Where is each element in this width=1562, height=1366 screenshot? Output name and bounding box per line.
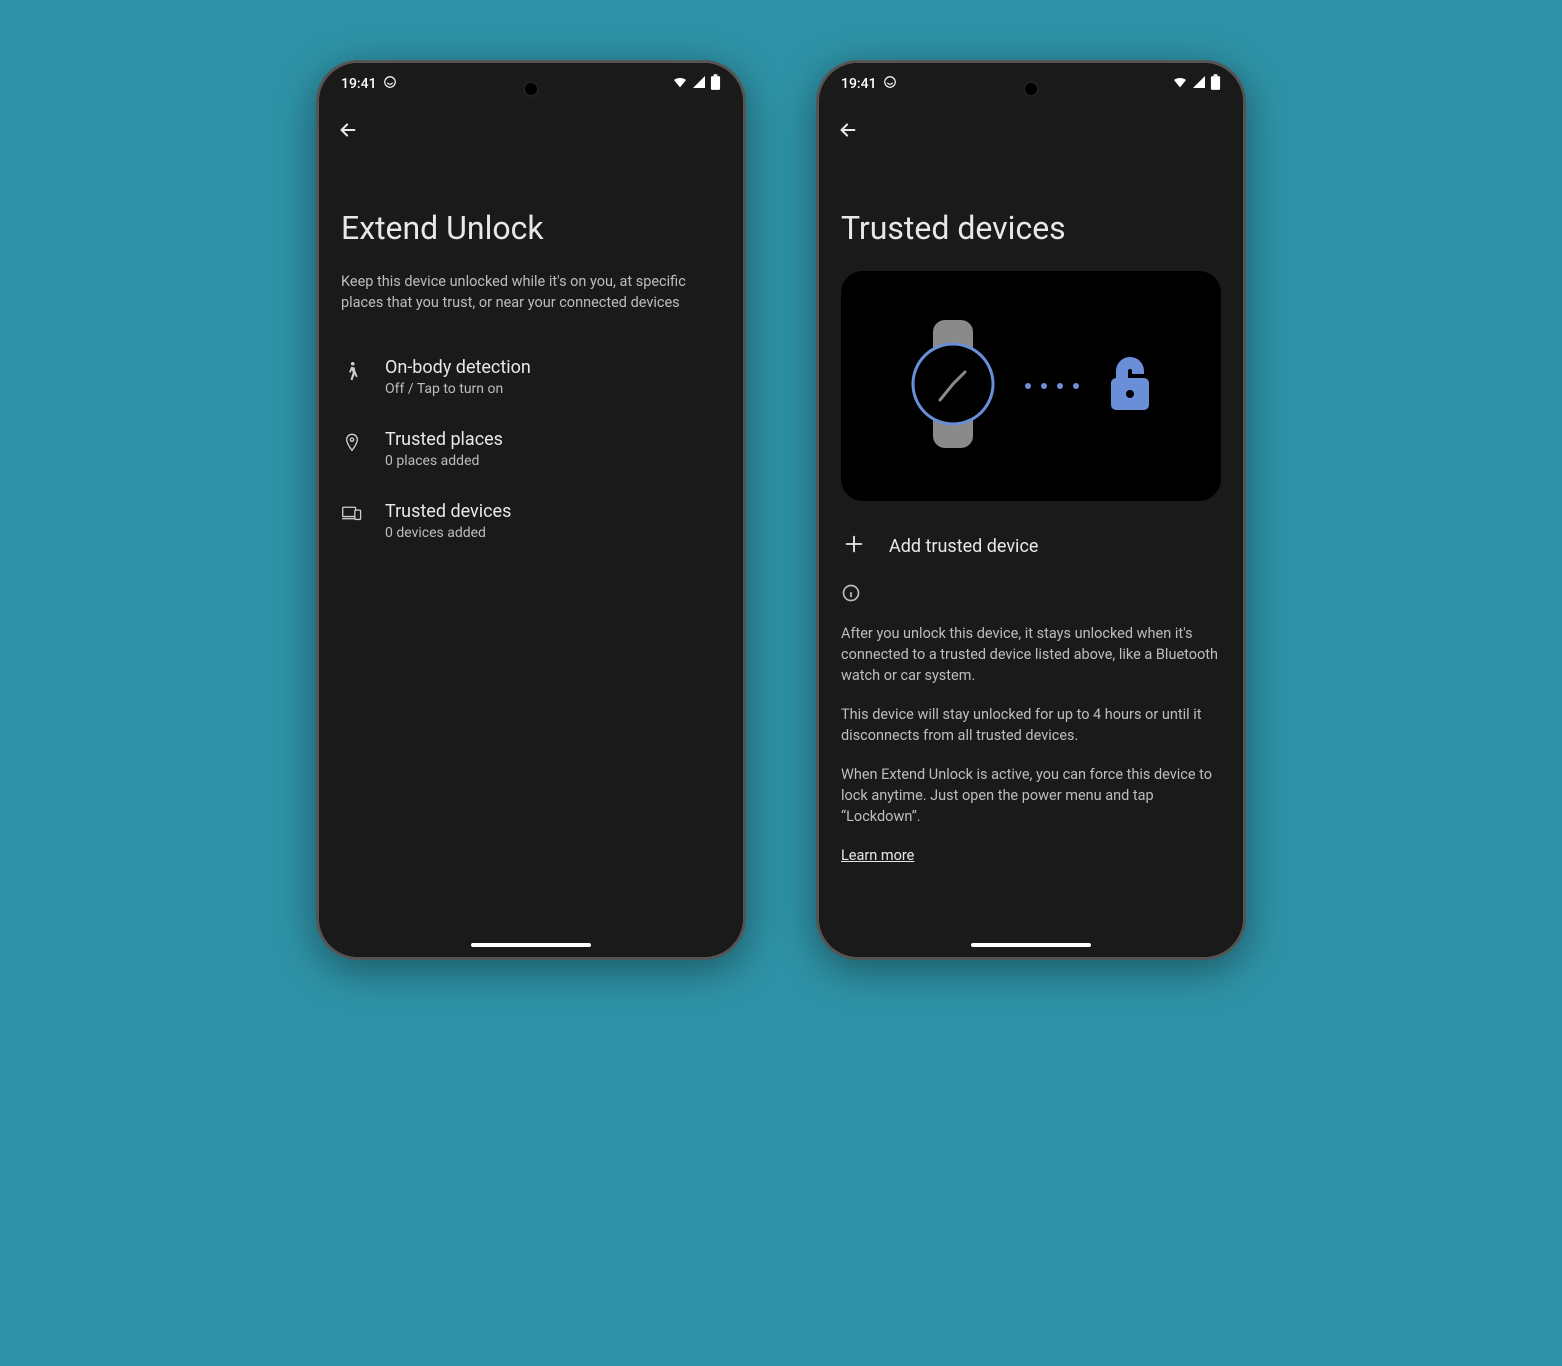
screen: 19:41 Trusted devices	[819, 63, 1243, 957]
battery-icon	[1210, 74, 1221, 95]
status-bar: 19:41	[819, 63, 1243, 105]
info-paragraph-2: This device will stay unlocked for up to…	[841, 704, 1221, 746]
status-app-icon	[883, 75, 897, 93]
setting-trusted-devices[interactable]: Trusted devices 0 devices added	[341, 485, 721, 557]
page-title: Trusted devices	[841, 209, 1221, 247]
back-arrow-icon[interactable]	[337, 119, 359, 145]
page-title: Extend Unlock	[341, 209, 721, 247]
learn-more-link[interactable]: Learn more	[841, 847, 914, 864]
setting-sub: 0 devices added	[385, 525, 721, 541]
setting-title: On-body detection	[385, 357, 721, 378]
page-subtitle: Keep this device unlocked while it's on …	[341, 271, 721, 313]
info-paragraph-1: After you unlock this device, it stays u…	[841, 623, 1221, 686]
battery-icon	[710, 74, 721, 95]
status-time: 19:41	[841, 76, 877, 92]
app-bar	[819, 105, 1243, 159]
add-trusted-device-label: Add trusted device	[889, 536, 1038, 557]
status-bar: 19:41	[319, 63, 743, 105]
walking-icon	[341, 357, 363, 383]
nav-bar	[819, 933, 1243, 957]
status-time: 19:41	[341, 76, 377, 92]
phone-trusted-devices: 19:41 Trusted devices	[816, 60, 1246, 960]
setting-title: Trusted devices	[385, 501, 721, 522]
illustration-card	[841, 271, 1221, 501]
nav-handle[interactable]	[971, 943, 1091, 947]
screen: 19:41 Extend Unlock Keep this device unl…	[319, 63, 743, 957]
status-app-icon	[383, 75, 397, 93]
content-area: Trusted devices	[819, 159, 1243, 933]
setting-sub: Off / Tap to turn on	[385, 381, 721, 397]
back-arrow-icon[interactable]	[837, 119, 859, 145]
app-bar	[319, 105, 743, 159]
devices-icon	[341, 501, 363, 521]
info-paragraph-3: When Extend Unlock is active, you can fo…	[841, 764, 1221, 827]
nav-bar	[319, 933, 743, 957]
watch-icon	[907, 314, 999, 458]
signal-icon	[1191, 74, 1207, 94]
nav-handle[interactable]	[471, 943, 591, 947]
location-pin-icon	[341, 429, 363, 453]
signal-icon	[691, 74, 707, 94]
setting-on-body-detection[interactable]: On-body detection Off / Tap to turn on	[341, 341, 721, 413]
connection-dots	[1025, 383, 1079, 389]
setting-trusted-places[interactable]: Trusted places 0 places added	[341, 413, 721, 485]
info-icon	[841, 583, 1221, 607]
wifi-icon	[672, 74, 688, 94]
setting-title: Trusted places	[385, 429, 721, 450]
setting-sub: 0 places added	[385, 453, 721, 469]
add-trusted-device[interactable]: Add trusted device	[841, 523, 1221, 583]
phone-extend-unlock: 19:41 Extend Unlock Keep this device unl…	[316, 60, 746, 960]
wifi-icon	[1172, 74, 1188, 94]
plus-icon	[843, 533, 865, 559]
content-area: Extend Unlock Keep this device unlocked …	[319, 159, 743, 933]
unlock-icon	[1105, 354, 1155, 418]
